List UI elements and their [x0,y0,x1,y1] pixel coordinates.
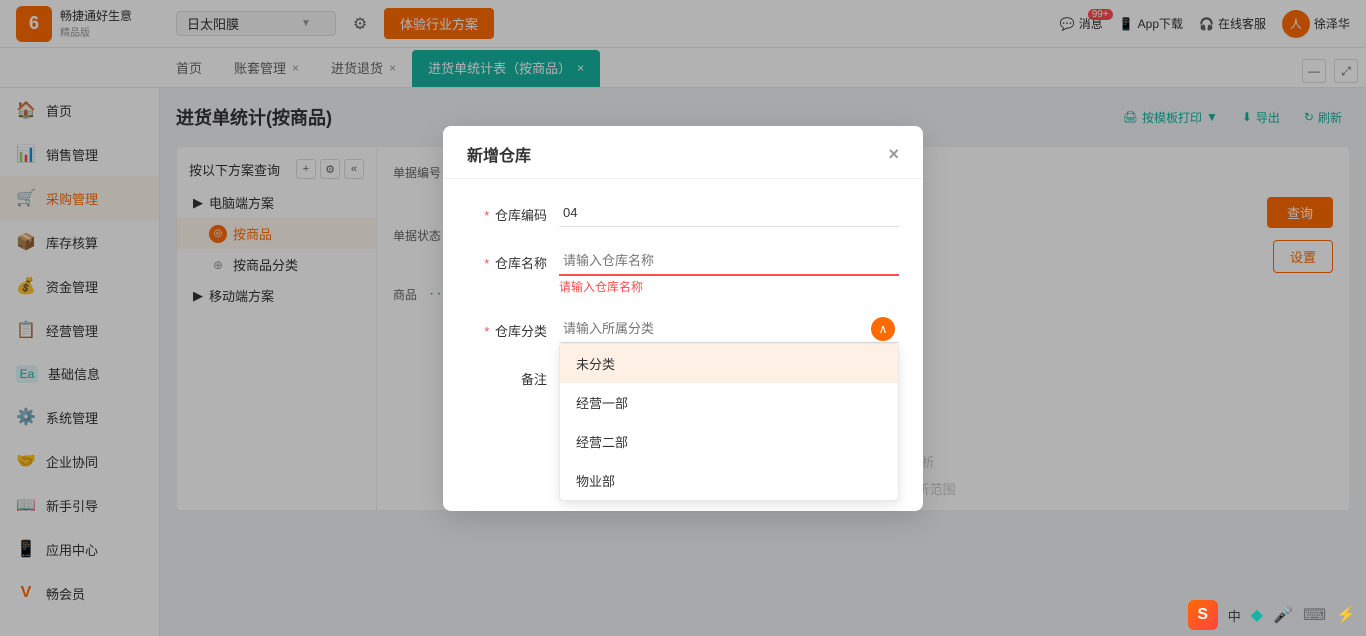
notes-label: 备注 [467,363,547,388]
form-row-category: * 仓库分类 ∧ 未分类 经营一部 经营二部 物业部 [467,315,899,343]
name-required-star: * [484,256,489,271]
code-required-star: * [484,208,489,223]
name-input[interactable] [559,247,899,276]
chinese-label: 中 [1228,606,1241,625]
category-dropdown: 未分类 经营一部 经营二部 物业部 [559,343,899,501]
form-row-name: * 仓库名称 请输入仓库名称 [467,247,899,295]
modal-overlay[interactable]: 新增仓库 × * 仓库编码 * 仓库名称 [0,0,1366,636]
category-select-field: ∧ 未分类 经营一部 经营二部 物业部 [559,315,899,343]
mic-icon: 🎤 [1273,605,1293,625]
option-dept1[interactable]: 经营一部 [560,383,898,422]
s-logo-icon: S [1188,600,1218,630]
keyboard-icon: ⌨ [1303,605,1326,625]
modal-body: * 仓库编码 * 仓库名称 请输入仓库名称 [443,179,923,423]
name-control-wrap: 请输入仓库名称 [559,247,899,295]
option-dept2[interactable]: 经营二部 [560,422,898,461]
modal-header: 新增仓库 × [443,126,923,179]
option-uncategorized[interactable]: 未分类 [560,344,898,383]
category-dropdown-arrow[interactable]: ∧ [871,317,895,341]
modal-close-btn[interactable]: × [888,145,899,163]
power-icon: ⚡ [1336,605,1356,625]
category-required-star: * [484,324,489,339]
category-input[interactable] [559,315,899,343]
code-input[interactable] [559,199,899,227]
name-error-tip: 请输入仓库名称 [559,278,899,295]
bottom-bar: S 中 ◆ 🎤 ⌨ ⚡ [1188,600,1356,630]
name-label: * 仓库名称 [467,247,547,272]
code-label: * 仓库编码 [467,199,547,224]
option-dept3[interactable]: 物业部 [560,461,898,500]
diamond-icon: ◆ [1251,605,1263,625]
category-label: * 仓库分类 [467,315,547,340]
code-control-wrap [559,199,899,227]
modal-title: 新增仓库 [467,142,531,166]
form-row-code: * 仓库编码 [467,199,899,227]
modal-add-warehouse: 新增仓库 × * 仓库编码 * 仓库名称 [443,126,923,511]
